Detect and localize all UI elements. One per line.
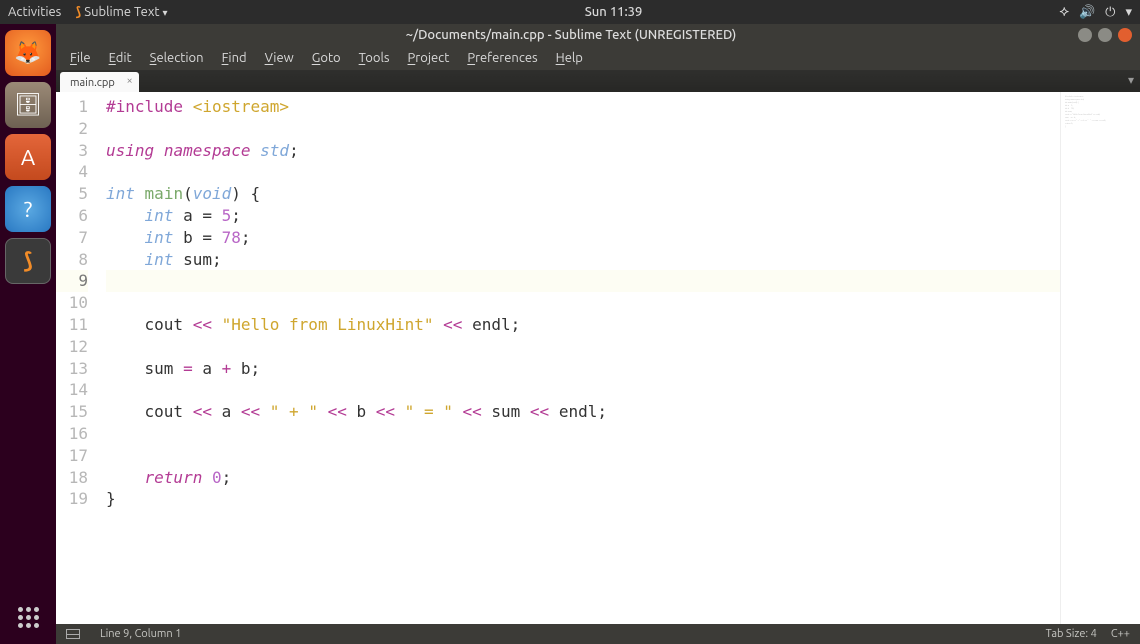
menu-goto[interactable]: Goto — [304, 49, 349, 67]
code-line[interactable] — [106, 379, 1060, 401]
line-number[interactable]: 1 — [56, 96, 88, 118]
menu-preferences[interactable]: Preferences — [459, 49, 545, 67]
sublime-icon: ⟆ — [75, 5, 81, 19]
window-titlebar[interactable]: ~/Documents/main.cpp - Sublime Text (UNR… — [56, 24, 1140, 46]
line-number[interactable]: 2 — [56, 118, 88, 140]
line-number[interactable]: 4 — [56, 161, 88, 183]
launcher-firefox[interactable]: 🦊 — [5, 30, 51, 76]
gnome-topbar: Activities ⟆ Sublime Text Sun 11:39 ⯎ 🔊 … — [0, 0, 1140, 24]
tab-label: main.cpp — [70, 77, 115, 89]
code-line[interactable] — [106, 292, 1060, 314]
clock[interactable]: Sun 11:39 — [168, 5, 1060, 19]
code-line[interactable]: } — [106, 488, 1060, 510]
code-line[interactable] — [106, 270, 1060, 292]
launcher-sublime[interactable]: ⟆ — [5, 238, 51, 284]
launcher-files[interactable]: 🗄 — [5, 82, 51, 128]
line-number[interactable]: 3 — [56, 140, 88, 162]
launcher-dock: 🦊 🗄 A ? ⟆ — [0, 24, 56, 644]
menu-find[interactable]: Find — [214, 49, 255, 67]
line-number[interactable]: 18 — [56, 467, 88, 489]
code-line[interactable]: int sum; — [106, 249, 1060, 271]
window-close-button[interactable] — [1118, 28, 1132, 42]
menu-view[interactable]: View — [257, 49, 302, 67]
statusbar: Line 9, Column 1 Tab Size: 4 C++ — [56, 624, 1140, 644]
menubar: FileEditSelectionFindViewGotoToolsProjec… — [56, 46, 1140, 70]
code-line[interactable] — [106, 161, 1060, 183]
status-syntax[interactable]: C++ — [1111, 628, 1130, 640]
line-number[interactable]: 8 — [56, 249, 88, 271]
code-line[interactable] — [106, 445, 1060, 467]
menu-project[interactable]: Project — [400, 49, 458, 67]
topbar-app-name: Sublime Text — [84, 5, 159, 19]
tabbar: main.cpp × ▾ — [56, 70, 1140, 92]
gutter[interactable]: 12345678910111213141516171819 — [56, 92, 98, 624]
power-icon[interactable]: ⏻ — [1105, 5, 1115, 20]
activities-button[interactable]: Activities — [8, 5, 61, 19]
editor-area: 12345678910111213141516171819 #include <… — [56, 92, 1140, 624]
menu-edit[interactable]: Edit — [101, 49, 140, 67]
network-icon[interactable]: ⯎ — [1060, 5, 1069, 20]
topbar-app-indicator[interactable]: ⟆ Sublime Text — [75, 5, 167, 20]
line-number[interactable]: 7 — [56, 227, 88, 249]
line-number[interactable]: 9 — [56, 270, 88, 292]
line-number[interactable]: 15 — [56, 401, 88, 423]
window-minimize-button[interactable] — [1078, 28, 1092, 42]
line-number[interactable]: 14 — [56, 379, 88, 401]
line-number[interactable]: 19 — [56, 488, 88, 510]
code-line[interactable]: int a = 5; — [106, 205, 1060, 227]
launcher-help[interactable]: ? — [5, 186, 51, 232]
menu-file[interactable]: File — [62, 49, 99, 67]
line-number[interactable]: 6 — [56, 205, 88, 227]
menu-tools[interactable]: Tools — [351, 49, 398, 67]
tab-close-icon[interactable]: × — [127, 75, 133, 87]
menu-help[interactable]: Help — [548, 49, 591, 67]
tab-main-cpp[interactable]: main.cpp × — [60, 72, 139, 92]
line-number[interactable]: 13 — [56, 358, 88, 380]
code-line[interactable]: cout << a << " + " << b << " = " << sum … — [106, 401, 1060, 423]
volume-icon[interactable]: 🔊 — [1079, 5, 1095, 20]
line-number[interactable]: 5 — [56, 183, 88, 205]
minimap[interactable]: #include <iostream>using namespace std;i… — [1060, 92, 1140, 624]
window-maximize-button[interactable] — [1098, 28, 1112, 42]
window-title: ~/Documents/main.cpp - Sublime Text (UNR… — [64, 28, 1078, 42]
line-number[interactable]: 17 — [56, 445, 88, 467]
code-line[interactable]: #include <iostream> — [106, 96, 1060, 118]
line-number[interactable]: 10 — [56, 292, 88, 314]
launcher-software[interactable]: A — [5, 134, 51, 180]
code-line[interactable]: sum = a + b; — [106, 358, 1060, 380]
menu-selection[interactable]: Selection — [142, 49, 212, 67]
code-line[interactable]: return 0; — [106, 467, 1060, 489]
code-line[interactable] — [106, 336, 1060, 358]
code-editor[interactable]: #include <iostream> using namespace std;… — [98, 92, 1060, 624]
sublime-window: ~/Documents/main.cpp - Sublime Text (UNR… — [56, 24, 1140, 644]
code-line[interactable]: int main(void) { — [106, 183, 1060, 205]
code-line[interactable]: using namespace std; — [106, 140, 1060, 162]
line-number[interactable]: 12 — [56, 336, 88, 358]
status-position[interactable]: Line 9, Column 1 — [100, 628, 181, 640]
launcher-apps-grid[interactable] — [0, 594, 56, 640]
status-tab-size[interactable]: Tab Size: 4 — [1046, 628, 1097, 640]
code-line[interactable] — [106, 118, 1060, 140]
tabbar-dropdown-icon[interactable]: ▾ — [1128, 73, 1134, 87]
code-line[interactable]: int b = 78; — [106, 227, 1060, 249]
line-number[interactable]: 11 — [56, 314, 88, 336]
dropdown-icon[interactable]: ▾ — [1125, 5, 1132, 20]
panel-toggle-icon[interactable] — [66, 629, 80, 639]
code-line[interactable]: cout << "Hello from LinuxHint" << endl; — [106, 314, 1060, 336]
line-number[interactable]: 16 — [56, 423, 88, 445]
code-line[interactable] — [106, 423, 1060, 445]
